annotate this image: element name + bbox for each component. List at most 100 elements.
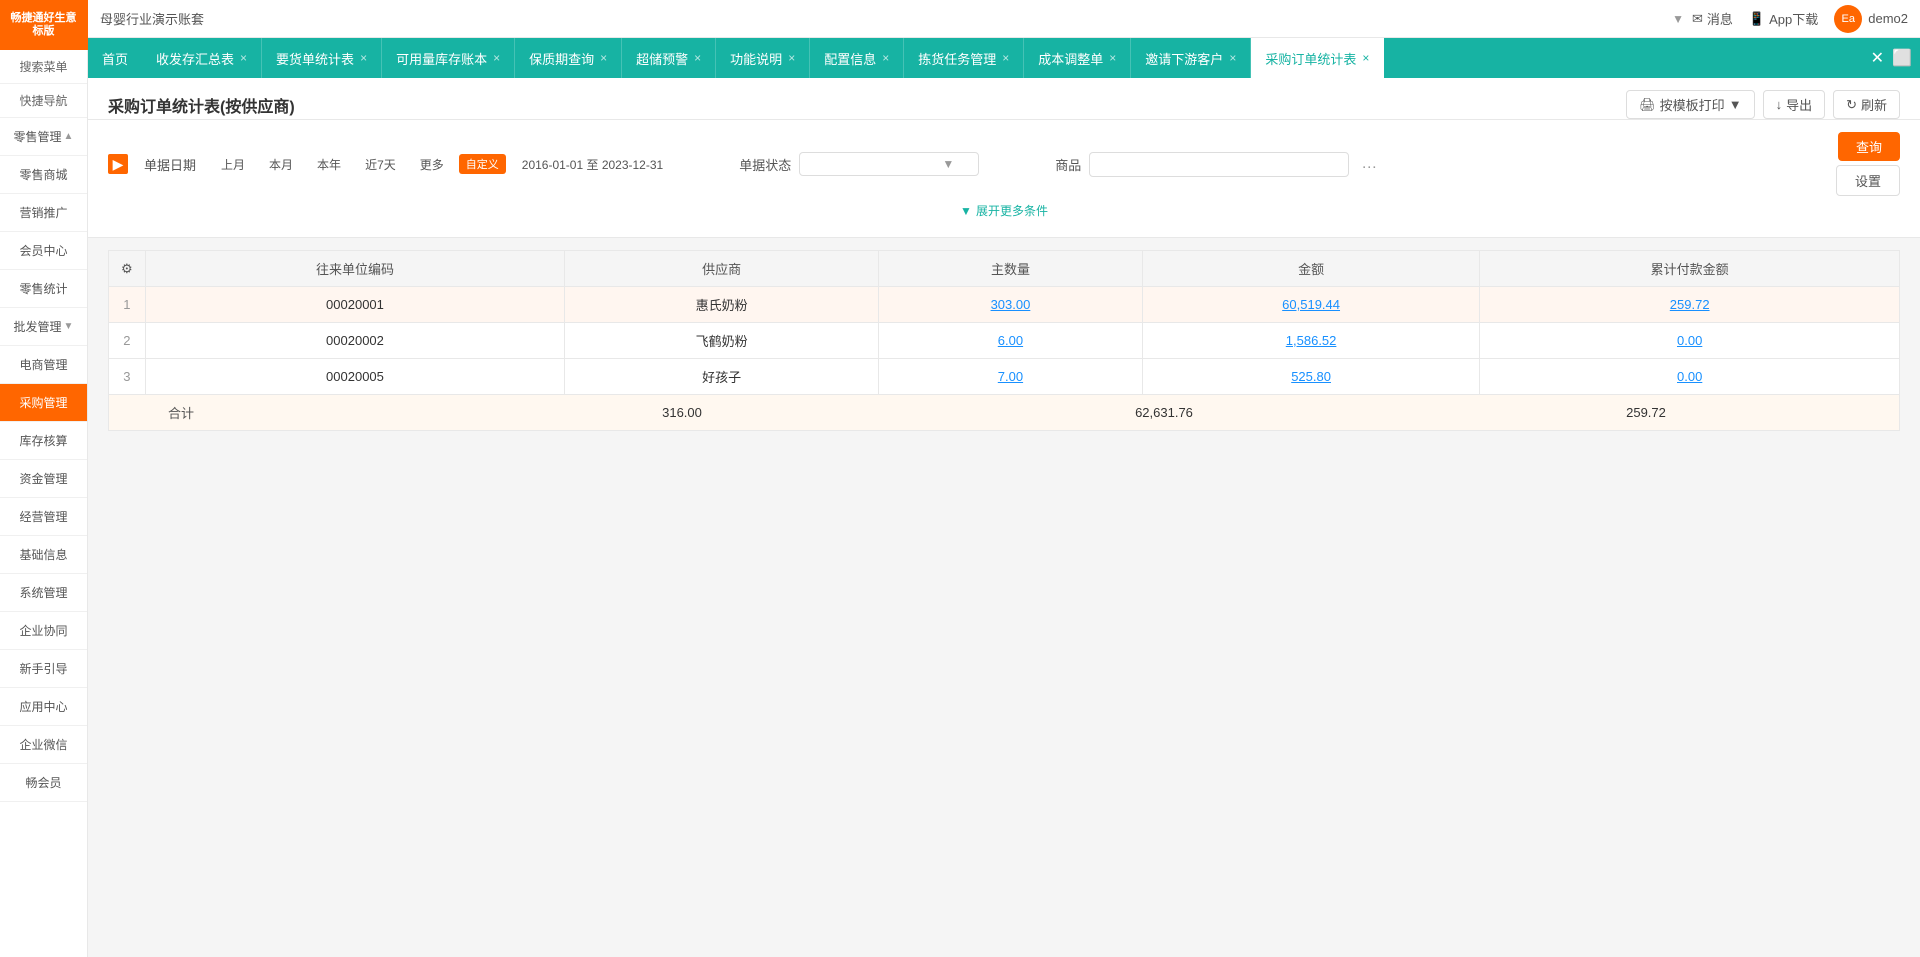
topbar-user[interactable]: Ea demo2 (1834, 5, 1908, 33)
tab-overstock-warning[interactable]: 超储预警 × (622, 38, 716, 78)
tab-home[interactable]: 首页 (88, 38, 142, 78)
refresh-icon: ↻ (1846, 97, 1857, 113)
tab-config-info[interactable]: 配置信息 × (810, 38, 904, 78)
sidebar-item-retail-shop[interactable]: 零售商城 (0, 156, 87, 194)
date-pill-last-month[interactable]: 上月 (212, 153, 254, 176)
table-row: 3 00020005 好孩子 7.00 525.80 0.00 (109, 359, 1900, 395)
cell-index: 2 (109, 323, 146, 359)
maximize-icon[interactable]: ⬜ (1892, 48, 1912, 68)
sidebar-item-wechat[interactable]: 企业微信 (0, 726, 87, 764)
sidebar-item-basic[interactable]: 基础信息 (0, 536, 87, 574)
sidebar-item-operation[interactable]: 经营管理 (0, 498, 87, 536)
print-icon: 🖨 (1639, 97, 1656, 113)
topbar-message[interactable]: ✉ 消息 (1692, 9, 1733, 28)
paid-link[interactable]: 259.72 (1670, 297, 1710, 312)
sidebar-item-inventory[interactable]: 库存核算 (0, 422, 87, 460)
date-pill-this-year[interactable]: 本年 (308, 153, 350, 176)
paid-link[interactable]: 0.00 (1677, 333, 1702, 348)
close-icon[interactable]: × (882, 51, 889, 65)
date-pill-last-7-days[interactable]: 近7天 (356, 153, 405, 176)
close-icon[interactable]: × (1362, 51, 1369, 65)
sidebar-item-member2[interactable]: 畅会员 (0, 764, 87, 802)
amount-link[interactable]: 60,519.44 (1282, 297, 1340, 312)
date-pill-this-month[interactable]: 本月 (260, 153, 302, 176)
sidebar-item-finance[interactable]: 资金管理 (0, 460, 87, 498)
topbar-app-download[interactable]: 📱 App下载 (1749, 9, 1818, 28)
close-window-icon[interactable]: ✕ (1871, 48, 1884, 68)
close-icon[interactable]: × (1109, 51, 1116, 65)
tab-receive-summary[interactable]: 收发存汇总表 × (142, 38, 262, 78)
print-button[interactable]: 🖨 按模板打印 ▼ (1626, 90, 1754, 119)
sidebar-quick-nav[interactable]: 快捷导航 (0, 84, 87, 118)
date-pill-custom[interactable]: 自定义 (459, 154, 506, 174)
qty-link[interactable]: 6.00 (998, 333, 1023, 348)
tab-warranty-query[interactable]: 保质期查询 × (515, 38, 622, 78)
sidebar-item-purchase[interactable]: 采购管理 (0, 384, 87, 422)
close-icon[interactable]: × (240, 51, 247, 65)
chevron-down-icon: ▼ (1729, 97, 1742, 112)
export-button[interactable]: ↓ 导出 (1763, 90, 1826, 119)
page-header: 采购订单统计表(按供应商) 🖨 按模板打印 ▼ ↓ 导出 ↻ 刷新 (88, 78, 1920, 120)
topbar-right: ✉ 消息 📱 App下载 Ea demo2 (1692, 5, 1908, 33)
sidebar-logo: 畅捷通好生意标版 (0, 0, 88, 50)
gear-icon[interactable]: ⚙ (121, 261, 133, 276)
more-icon[interactable]: … (1361, 155, 1377, 173)
tab-func-desc[interactable]: 功能说明 × (716, 38, 810, 78)
tab-label: 邀请下游客户 (1145, 49, 1223, 68)
sidebar-item-system[interactable]: 系统管理 (0, 574, 87, 612)
th-checkbox: ⚙ (109, 251, 146, 287)
tab-usable-inventory[interactable]: 可用量库存账本 × (382, 38, 515, 78)
filter-toggle-button[interactable]: ▶ (108, 154, 128, 174)
sidebar-item-ecommerce[interactable]: 电商管理 (0, 346, 87, 384)
cell-supplier: 惠氏奶粉 (565, 287, 879, 323)
close-icon[interactable]: × (788, 51, 795, 65)
tab-purchase-order-stat[interactable]: 采购订单统计表 × (1251, 38, 1384, 78)
page-title-row: 采购订单统计表(按供应商) 🖨 按模板打印 ▼ ↓ 导出 ↻ 刷新 (108, 90, 1900, 119)
close-icon[interactable]: × (694, 51, 701, 65)
close-icon[interactable]: × (1229, 51, 1236, 65)
paid-link[interactable]: 0.00 (1677, 369, 1702, 384)
data-table: ⚙ 往来单位编码 供应商 主数量 金额 累计付款金额 1 00020001 惠氏… (108, 250, 1900, 395)
th-code: 往来单位编码 (145, 251, 565, 287)
tab-label: 收发存汇总表 (156, 49, 234, 68)
sidebar: 畅捷通好生意标版 搜索菜单 快捷导航 零售管理 ▲ 零售商城 营销推广 会员中心… (0, 0, 88, 957)
sidebar-search[interactable]: 搜索菜单 (0, 50, 87, 84)
cell-supplier: 飞鹤奶粉 (565, 323, 879, 359)
expand-button[interactable]: ▼ 展开更多条件 (960, 202, 1048, 219)
sidebar-item-app-center[interactable]: 应用中心 (0, 688, 87, 726)
close-icon[interactable]: × (493, 51, 500, 65)
tab-label: 保质期查询 (529, 49, 594, 68)
close-icon[interactable]: × (360, 51, 367, 65)
date-pills: 上月 本月 本年 近7天 更多 自定义 (212, 153, 506, 176)
th-qty: 主数量 (879, 251, 1143, 287)
sidebar-item-marketing[interactable]: 营销推广 (0, 194, 87, 232)
qty-link[interactable]: 303.00 (991, 297, 1031, 312)
sidebar-item-member[interactable]: 会员中心 (0, 232, 87, 270)
chevron-down-icon: ▼ (960, 204, 972, 218)
sidebar-item-enterprise[interactable]: 企业协同 (0, 612, 87, 650)
sidebar-item-retail-stat[interactable]: 零售统计 (0, 270, 87, 308)
close-icon[interactable]: × (600, 51, 607, 65)
footer-label: 合计 (121, 403, 221, 422)
cell-paid: 0.00 (1480, 359, 1900, 395)
nav-tabs-end: ✕ ⬜ (1871, 48, 1920, 68)
refresh-button[interactable]: ↻ 刷新 (1833, 90, 1900, 119)
amount-link[interactable]: 525.80 (1291, 369, 1331, 384)
cell-qty: 303.00 (879, 287, 1143, 323)
date-pill-more[interactable]: 更多 (411, 153, 453, 176)
tab-purchase-stat[interactable]: 要货单统计表 × (262, 38, 382, 78)
tab-cost-adjust[interactable]: 成本调整单 × (1024, 38, 1131, 78)
sidebar-item-guide[interactable]: 新手引导 (0, 650, 87, 688)
tab-pick-task[interactable]: 拣货任务管理 × (904, 38, 1024, 78)
status-select[interactable]: ▼ (799, 152, 979, 176)
amount-link[interactable]: 1,586.52 (1286, 333, 1337, 348)
settings-button[interactable]: 设置 (1836, 165, 1900, 196)
query-button[interactable]: 查询 (1838, 132, 1900, 161)
sidebar-item-wholesale[interactable]: 批发管理 ▼ (0, 308, 87, 346)
goods-input[interactable] (1089, 152, 1349, 177)
topbar-dropdown-icon[interactable]: ▼ (1672, 12, 1684, 26)
close-icon[interactable]: × (1002, 51, 1009, 65)
tab-invite-downstream[interactable]: 邀请下游客户 × (1131, 38, 1251, 78)
qty-link[interactable]: 7.00 (998, 369, 1023, 384)
sidebar-item-retail[interactable]: 零售管理 ▲ (0, 118, 87, 156)
